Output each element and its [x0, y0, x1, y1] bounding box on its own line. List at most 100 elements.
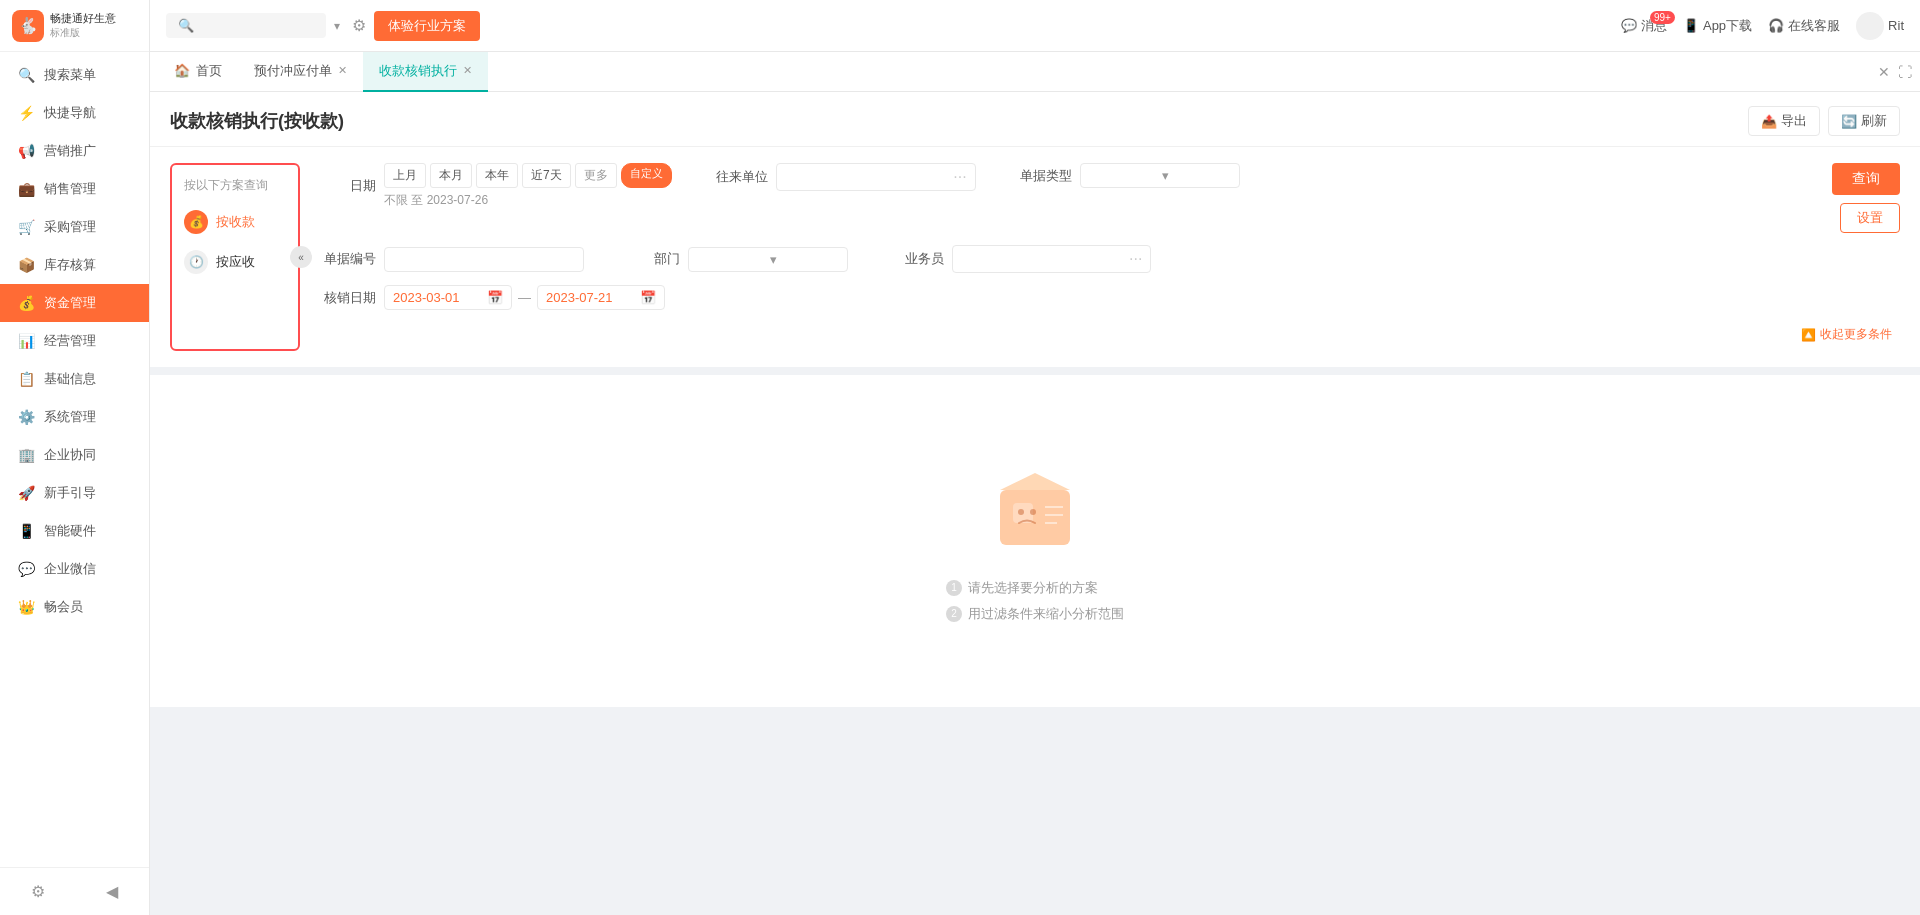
sidebar-item-label: 系统管理 — [44, 408, 96, 426]
topbar-dropdown-arrow[interactable]: ▾ — [334, 19, 340, 33]
empty-step-2: 2 用过滤条件来缩小分析范围 — [946, 601, 1124, 627]
message-badge: 99+ — [1650, 11, 1675, 24]
svg-rect-0 — [1000, 490, 1070, 545]
export-icon: 📤 — [1761, 114, 1777, 129]
date-last-7days-btn[interactable]: 近7天 — [522, 163, 571, 188]
sidebar-item-member[interactable]: 👑 畅会员 — [0, 588, 149, 626]
step-1-number: 1 — [946, 580, 962, 596]
sidebar-item-marketing[interactable]: 📢 营销推广 — [0, 132, 149, 170]
logo-icon: 🐇 — [12, 10, 44, 42]
bill-type-arrow-icon: ▾ — [1162, 168, 1231, 183]
verify-date-start-calendar-icon[interactable]: 📅 — [487, 290, 503, 305]
date-range-separator: — — [518, 290, 531, 305]
query-button[interactable]: 查询 — [1832, 163, 1900, 195]
sidebar-item-sales[interactable]: 💼 销售管理 — [0, 170, 149, 208]
verify-date-label: 核销日期 — [316, 289, 376, 307]
tab-collection-close[interactable]: ✕ — [463, 64, 472, 77]
sidebar-navigation: 🔍 搜索菜单 ⚡ 快捷导航 📢 营销推广 💼 销售管理 🛒 采购管理 📦 库存核… — [0, 52, 149, 867]
department-select[interactable]: ▾ — [688, 247, 848, 272]
sidebar-item-label: 新手引导 — [44, 484, 96, 502]
customer-service-icon: 🎧 — [1768, 18, 1784, 33]
date-this-year-btn[interactable]: 本年 — [476, 163, 518, 188]
tab-home-label: 首页 — [196, 62, 222, 80]
collapse-sidebar-icon[interactable]: ◀ — [98, 878, 126, 905]
receivable-scheme-icon: 🕐 — [184, 250, 208, 274]
partner-input[interactable] — [785, 170, 954, 185]
date-this-month-btn[interactable]: 本月 — [430, 163, 472, 188]
empty-instructions: 1 请先选择要分析的方案 2 用过滤条件来缩小分析范围 — [946, 575, 1124, 627]
refresh-button[interactable]: 🔄 刷新 — [1828, 106, 1900, 136]
sidebar-item-basic-info[interactable]: 📋 基础信息 — [0, 360, 149, 398]
partner-label: 往来单位 — [708, 168, 768, 186]
salesperson-input[interactable] — [961, 252, 1129, 267]
filter-scheme-title: 按以下方案查询 — [172, 173, 298, 202]
sidebar-item-label: 畅会员 — [44, 598, 83, 616]
app-name: 畅捷通好生意 — [50, 11, 116, 25]
date-label: 日期 — [316, 177, 376, 195]
filter-scheme-panel: 按以下方案查询 💰 按收款 🕐 按应收 « — [170, 163, 300, 351]
filter-form: 日期 上月 本月 本年 近7天 更多 自定义 不限 至 2023-07-26 — [316, 163, 1900, 351]
customer-service-link[interactable]: 🎧 在线客服 — [1768, 17, 1840, 35]
date-more-btn[interactable]: 更多 — [575, 163, 617, 188]
sidebar-item-finance[interactable]: 💰 资金管理 — [0, 284, 149, 322]
message-center[interactable]: 💬 消息 99+ — [1621, 17, 1667, 35]
verify-date-end-calendar-icon[interactable]: 📅 — [640, 290, 656, 305]
sidebar-item-search[interactable]: 🔍 搜索菜单 — [0, 56, 149, 94]
sidebar-item-business[interactable]: 📊 经营管理 — [0, 322, 149, 360]
sidebar-item-guide[interactable]: 🚀 新手引导 — [0, 474, 149, 512]
app-download-link[interactable]: 📱 App下载 — [1683, 17, 1752, 35]
filter-option-by-collection[interactable]: 💰 按收款 — [172, 202, 298, 242]
empty-illustration — [975, 455, 1095, 555]
topbar-search-display: 🔍 — [166, 13, 326, 38]
collection-scheme-icon: 💰 — [184, 210, 208, 234]
sidebar-item-system[interactable]: ⚙️ 系统管理 — [0, 398, 149, 436]
collapse-filter-sidebar-button[interactable]: « — [290, 246, 312, 268]
sidebar-item-enterprise[interactable]: 🏢 企业协同 — [0, 436, 149, 474]
tab-collection[interactable]: 收款核销执行 ✕ — [363, 52, 488, 92]
bill-no-input[interactable] — [393, 252, 575, 267]
date-last-month-btn[interactable]: 上月 — [384, 163, 426, 188]
user-profile[interactable]: Rit — [1856, 12, 1904, 40]
date-custom-tag[interactable]: 自定义 — [621, 163, 672, 188]
sidebar-item-inventory[interactable]: 📦 库存核算 — [0, 246, 149, 284]
sidebar-item-quick-nav[interactable]: ⚡ 快捷导航 — [0, 94, 149, 132]
collapse-more-label: 收起更多条件 — [1820, 326, 1892, 343]
partner-dots[interactable]: ··· — [953, 168, 966, 186]
finance-icon: 💰 — [16, 295, 36, 311]
collapse-more-conditions-button[interactable]: 🔼 收起更多条件 — [1793, 318, 1900, 351]
export-label: 导出 — [1781, 112, 1807, 130]
sidebar-item-label: 营销推广 — [44, 142, 96, 160]
guide-icon: 🚀 — [16, 485, 36, 501]
sidebar-item-purchase[interactable]: 🛒 采购管理 — [0, 208, 149, 246]
tab-prepay-close[interactable]: ✕ — [338, 64, 347, 77]
main-area: 🔍 ▾ ⚙ 体验行业方案 💬 消息 99+ 📱 App下载 🎧 在线客服 R — [150, 0, 1920, 915]
setting-button[interactable]: 设置 — [1840, 203, 1900, 233]
bill-type-select[interactable]: ▾ — [1080, 163, 1240, 188]
empty-step-1: 1 请先选择要分析的方案 — [946, 575, 1124, 601]
filter-action-buttons: 查询 设置 — [1832, 163, 1900, 233]
tab-home[interactable]: 🏠 首页 — [158, 52, 238, 92]
filter-option-by-receivable[interactable]: 🕐 按应收 — [172, 242, 298, 282]
sidebar-item-wechat[interactable]: 💬 企业微信 — [0, 550, 149, 588]
salesperson-dots[interactable]: ··· — [1129, 250, 1142, 268]
tab-prepay[interactable]: 预付冲应付单 ✕ — [238, 52, 363, 92]
user-avatar — [1856, 12, 1884, 40]
topbar-gear-icon[interactable]: ⚙ — [352, 16, 366, 35]
svg-marker-1 — [1000, 473, 1070, 490]
expand-icon[interactable]: ⛶ — [1898, 64, 1912, 80]
date-quick-select: 上月 本月 本年 近7天 更多 自定义 — [384, 163, 672, 188]
app-download-icon: 📱 — [1683, 18, 1699, 33]
sidebar-item-label: 销售管理 — [44, 180, 96, 198]
close-all-tabs-icon[interactable]: ✕ — [1878, 64, 1890, 80]
verify-date-start-input[interactable] — [393, 290, 483, 305]
sidebar-item-hardware[interactable]: 📱 智能硬件 — [0, 512, 149, 550]
settings-icon[interactable]: ⚙ — [23, 878, 53, 905]
industry-solution-button[interactable]: 体验行业方案 — [374, 11, 480, 41]
app-version: 标准版 — [50, 26, 116, 40]
verify-date-start-wrap: 📅 — [384, 285, 512, 310]
sidebar-item-label: 搜索菜单 — [44, 66, 96, 84]
collection-scheme-label: 按收款 — [216, 213, 255, 231]
verify-date-end-input[interactable] — [546, 290, 636, 305]
export-button[interactable]: 📤 导出 — [1748, 106, 1820, 136]
tab-bar: 🏠 首页 预付冲应付单 ✕ 收款核销执行 ✕ ✕ ⛶ — [150, 52, 1920, 92]
